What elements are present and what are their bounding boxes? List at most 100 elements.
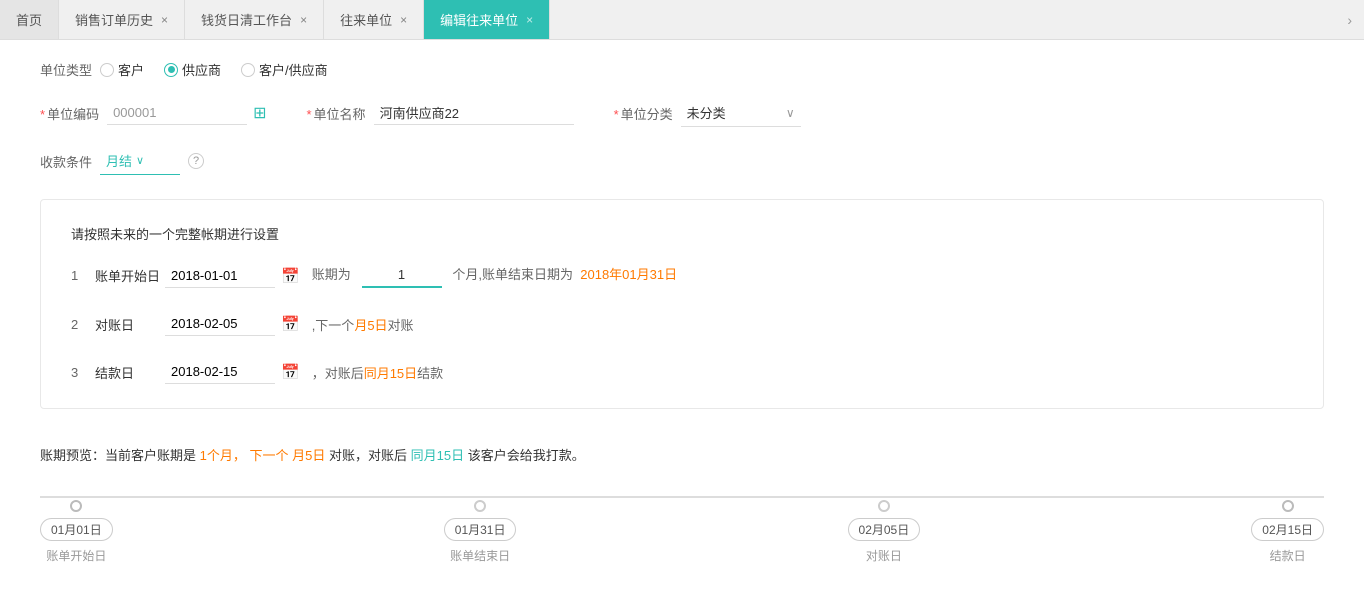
period-suffix-pre-1: 账期为: [312, 267, 351, 282]
tab-edit-contact-close[interactable]: ×: [526, 13, 533, 27]
month-input-1[interactable]: [362, 263, 442, 288]
radio-supplier-label: 供应商: [182, 60, 221, 79]
timeline-dot-4: [1282, 500, 1294, 512]
tab-sales-history-label: 销售订单历史: [75, 10, 153, 29]
timeline-spacer-3: [920, 505, 1251, 507]
preview-label: 账期预览：当前客户账期是: [40, 448, 196, 463]
tab-home-label: 首页: [16, 10, 42, 29]
preview-part1: 1个月，: [200, 448, 246, 463]
tab-edit-contact[interactable]: 编辑往来单位 ×: [424, 0, 550, 39]
timeline-item-2: 01月31日 账单结束日: [444, 500, 517, 564]
date-input-3[interactable]: [165, 360, 275, 384]
payment-row: 收款条件 月结 ∨ ?: [40, 147, 1324, 175]
timeline-spacer-2: [516, 505, 847, 507]
timeline-badge-1: 01月01日: [40, 518, 113, 541]
main-content: 单位类型 客户 供应商 客户/供应商 单位编码 ⊞ 单位名称: [0, 40, 1364, 608]
category-label: 单位分类: [614, 104, 673, 123]
tab-contacts-close[interactable]: ×: [400, 13, 407, 27]
radio-group: 客户 供应商 客户/供应商: [100, 60, 328, 79]
radio-customer-label: 客户: [118, 60, 144, 79]
timeline-line: [40, 496, 1324, 498]
radio-supplier-circle: [164, 63, 178, 77]
timeline-dot-3: [878, 500, 890, 512]
period-num-1: 1: [71, 268, 95, 283]
category-select-value: 未分类: [687, 103, 782, 122]
copy-icon[interactable]: ⊞: [253, 103, 266, 123]
cal-icon-2[interactable]: 📅: [281, 315, 300, 333]
cal-icon-1[interactable]: 📅: [281, 267, 300, 285]
period-title: 请按照未来的一个完整帐期进行设置: [71, 224, 1293, 243]
tab-more-button[interactable]: ›: [1335, 0, 1364, 39]
timeline-items: 01月01日 账单开始日 01月31日 账单结束日 02月05日 对账日: [40, 500, 1324, 564]
preview-part3-highlight: 同月15日: [411, 448, 464, 463]
tab-contacts[interactable]: 往来单位 ×: [324, 0, 424, 39]
date-input-wrapper-2: 📅: [165, 312, 300, 336]
period-suffix-2: ,下一个月5日对账: [312, 315, 414, 334]
timeline-item-1: 01月01日 账单开始日: [40, 500, 113, 564]
period-end-2: 对账: [388, 318, 414, 333]
radio-both-circle: [241, 63, 255, 77]
period-row-3: 3 结款日 📅 ，对账后同月15日结款: [71, 360, 1293, 384]
period-suffix-pre-3: ，对账后: [312, 366, 364, 381]
payment-label: 收款条件: [40, 152, 92, 171]
code-name-category-row: 单位编码 ⊞ 单位名称 单位分类 未分类 ∨: [40, 99, 1324, 127]
period-highlight-3: 同月15日: [364, 366, 417, 381]
period-row-label-2: 对账日: [95, 315, 165, 334]
name-label: 单位名称: [306, 104, 365, 123]
payment-select[interactable]: 月结 ∨: [100, 147, 180, 175]
timeline-item-4: 02月15日 结款日: [1251, 500, 1324, 564]
period-suffix-3: ，对账后同月15日结款: [312, 363, 444, 382]
tab-edit-contact-label: 编辑往来单位: [440, 10, 518, 29]
cal-icon-3[interactable]: 📅: [281, 363, 300, 381]
preview-part2-highlight: 月5日: [292, 448, 325, 463]
category-select[interactable]: 未分类 ∨: [681, 99, 801, 127]
radio-both[interactable]: 客户/供应商: [241, 60, 328, 79]
timeline-wrapper: 01月01日 账单开始日 01月31日 账单结束日 02月05日 对账日: [40, 484, 1324, 564]
timeline-sublabel-2: 账单结束日: [450, 547, 510, 564]
timeline-badge-3: 02月05日: [848, 518, 921, 541]
payment-select-arrow: ∨: [136, 154, 144, 167]
radio-customer-circle: [100, 63, 114, 77]
help-icon[interactable]: ?: [188, 153, 204, 169]
timeline-sublabel-4: 结款日: [1270, 547, 1306, 564]
period-suffix-1: 账期为 个月,账单结束日期为 2018年01月31日: [312, 263, 677, 288]
tab-contacts-label: 往来单位: [340, 10, 392, 29]
radio-customer[interactable]: 客户: [100, 60, 144, 79]
tab-sales-history[interactable]: 销售订单历史 ×: [59, 0, 185, 39]
category-select-arrow: ∨: [786, 106, 795, 120]
timeline-sublabel-3: 对账日: [866, 547, 902, 564]
period-suffix-mid-1: 个月,账单结束日期为: [452, 267, 573, 282]
tab-cash-work[interactable]: 钱货日清工作台 ×: [185, 0, 324, 39]
date-input-2[interactable]: [165, 312, 275, 336]
timeline-item-3: 02月05日 对账日: [848, 500, 921, 564]
timeline-sublabel-1: 账单开始日: [46, 547, 106, 564]
timeline-spacer-1: [113, 505, 444, 507]
period-end-3: 结款: [417, 366, 443, 381]
tab-cash-work-label: 钱货日清工作台: [201, 10, 292, 29]
preview-section: 账期预览：当前客户账期是 1个月， 下一个 月5日 对账，对账后 同月15日 该…: [40, 429, 1324, 564]
code-input[interactable]: [107, 101, 247, 125]
period-row-label-3: 结款日: [95, 363, 165, 382]
tab-cash-work-close[interactable]: ×: [300, 13, 307, 27]
name-field-group: 单位名称: [306, 101, 573, 125]
date-input-1[interactable]: [165, 264, 275, 288]
period-highlight-2: 月5日: [354, 318, 387, 333]
preview-part4: 该客户会给我打款。: [468, 448, 585, 463]
timeline-dot-1: [70, 500, 82, 512]
preview-part3-pre: 对账，对账后: [329, 448, 407, 463]
tab-bar: 首页 销售订单历史 × 钱货日清工作台 × 往来单位 × 编辑往来单位 × ›: [0, 0, 1364, 40]
preview-text: 账期预览：当前客户账期是 1个月， 下一个 月5日 对账，对账后 同月15日 该…: [40, 445, 1324, 464]
radio-supplier[interactable]: 供应商: [164, 60, 221, 79]
period-suffix-text-2: ,下一个: [312, 318, 355, 333]
radio-both-label: 客户/供应商: [259, 60, 328, 79]
tab-sales-history-close[interactable]: ×: [161, 13, 168, 27]
code-label: 单位编码: [40, 104, 99, 123]
unit-type-label: 单位类型: [40, 60, 92, 79]
period-num-2: 2: [71, 317, 95, 332]
tab-home[interactable]: 首页: [0, 0, 59, 39]
payment-select-value: 月结: [106, 151, 132, 170]
period-row-1: 1 账单开始日 📅 账期为 个月,账单结束日期为 2018年01月31日: [71, 263, 1293, 288]
period-num-3: 3: [71, 365, 95, 380]
period-row-label-1: 账单开始日: [95, 266, 165, 285]
name-input[interactable]: [374, 101, 574, 125]
